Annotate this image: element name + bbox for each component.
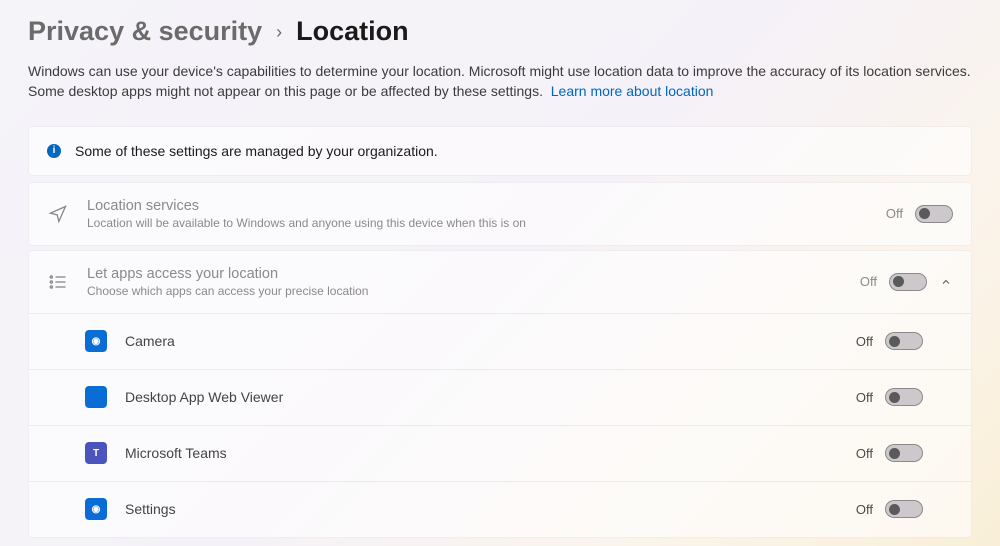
app-icon: ◉ (85, 498, 107, 520)
location-arrow-icon (47, 203, 69, 225)
breadcrumb: Privacy & security › Location (28, 16, 972, 47)
chevron-right-icon: › (276, 22, 282, 43)
app-toggle[interactable] (885, 444, 923, 462)
location-services-card: Location services Location will be avail… (28, 182, 972, 246)
app-row: Desktop App Web Viewer Off (29, 369, 971, 425)
page-title: Location (296, 16, 409, 47)
breadcrumb-parent[interactable]: Privacy & security (28, 16, 262, 47)
app-name: Desktop App Web Viewer (125, 389, 838, 405)
location-services-subtitle: Location will be available to Windows an… (87, 216, 868, 230)
app-icon: ◉ (85, 330, 107, 352)
apps-access-row[interactable]: Let apps access your location Choose whi… (29, 251, 971, 313)
chevron-up-icon[interactable] (939, 275, 953, 289)
app-name: Microsoft Teams (125, 445, 838, 461)
app-name: Camera (125, 333, 838, 349)
location-services-state: Off (886, 206, 903, 221)
app-toggle-group: Off (856, 500, 923, 518)
apps-access-card: Let apps access your location Choose whi… (28, 250, 972, 538)
location-services-title: Location services (87, 198, 868, 214)
banner-text: Some of these settings are managed by yo… (75, 143, 438, 159)
apps-access-title: Let apps access your location (87, 266, 842, 282)
app-row: ◉ Camera Off (29, 313, 971, 369)
app-row: ◉ Settings Off (29, 481, 971, 537)
app-toggle-group: Off (856, 444, 923, 462)
app-name: Settings (125, 501, 838, 517)
app-toggle[interactable] (885, 500, 923, 518)
org-managed-banner: i Some of these settings are managed by … (28, 126, 972, 176)
description-text: Windows can use your device's capabiliti… (28, 63, 971, 99)
location-services-row: Location services Location will be avail… (29, 183, 971, 245)
app-state: Off (856, 446, 873, 461)
app-state: Off (856, 390, 873, 405)
app-state: Off (856, 334, 873, 349)
apps-access-toggle[interactable] (889, 273, 927, 291)
list-icon (47, 271, 69, 293)
apps-access-state: Off (860, 274, 877, 289)
app-toggle-group: Off (856, 388, 923, 406)
app-toggle[interactable] (885, 388, 923, 406)
app-toggle-group: Off (856, 332, 923, 350)
app-state: Off (856, 502, 873, 517)
app-row: T Microsoft Teams Off (29, 425, 971, 481)
app-icon: T (85, 442, 107, 464)
location-services-toggle[interactable] (915, 205, 953, 223)
learn-more-link[interactable]: Learn more about location (551, 83, 714, 99)
info-icon: i (47, 144, 61, 158)
app-icon (85, 386, 107, 408)
app-toggle[interactable] (885, 332, 923, 350)
apps-access-subtitle: Choose which apps can access your precis… (87, 284, 842, 298)
page-description: Windows can use your device's capabiliti… (28, 61, 972, 102)
